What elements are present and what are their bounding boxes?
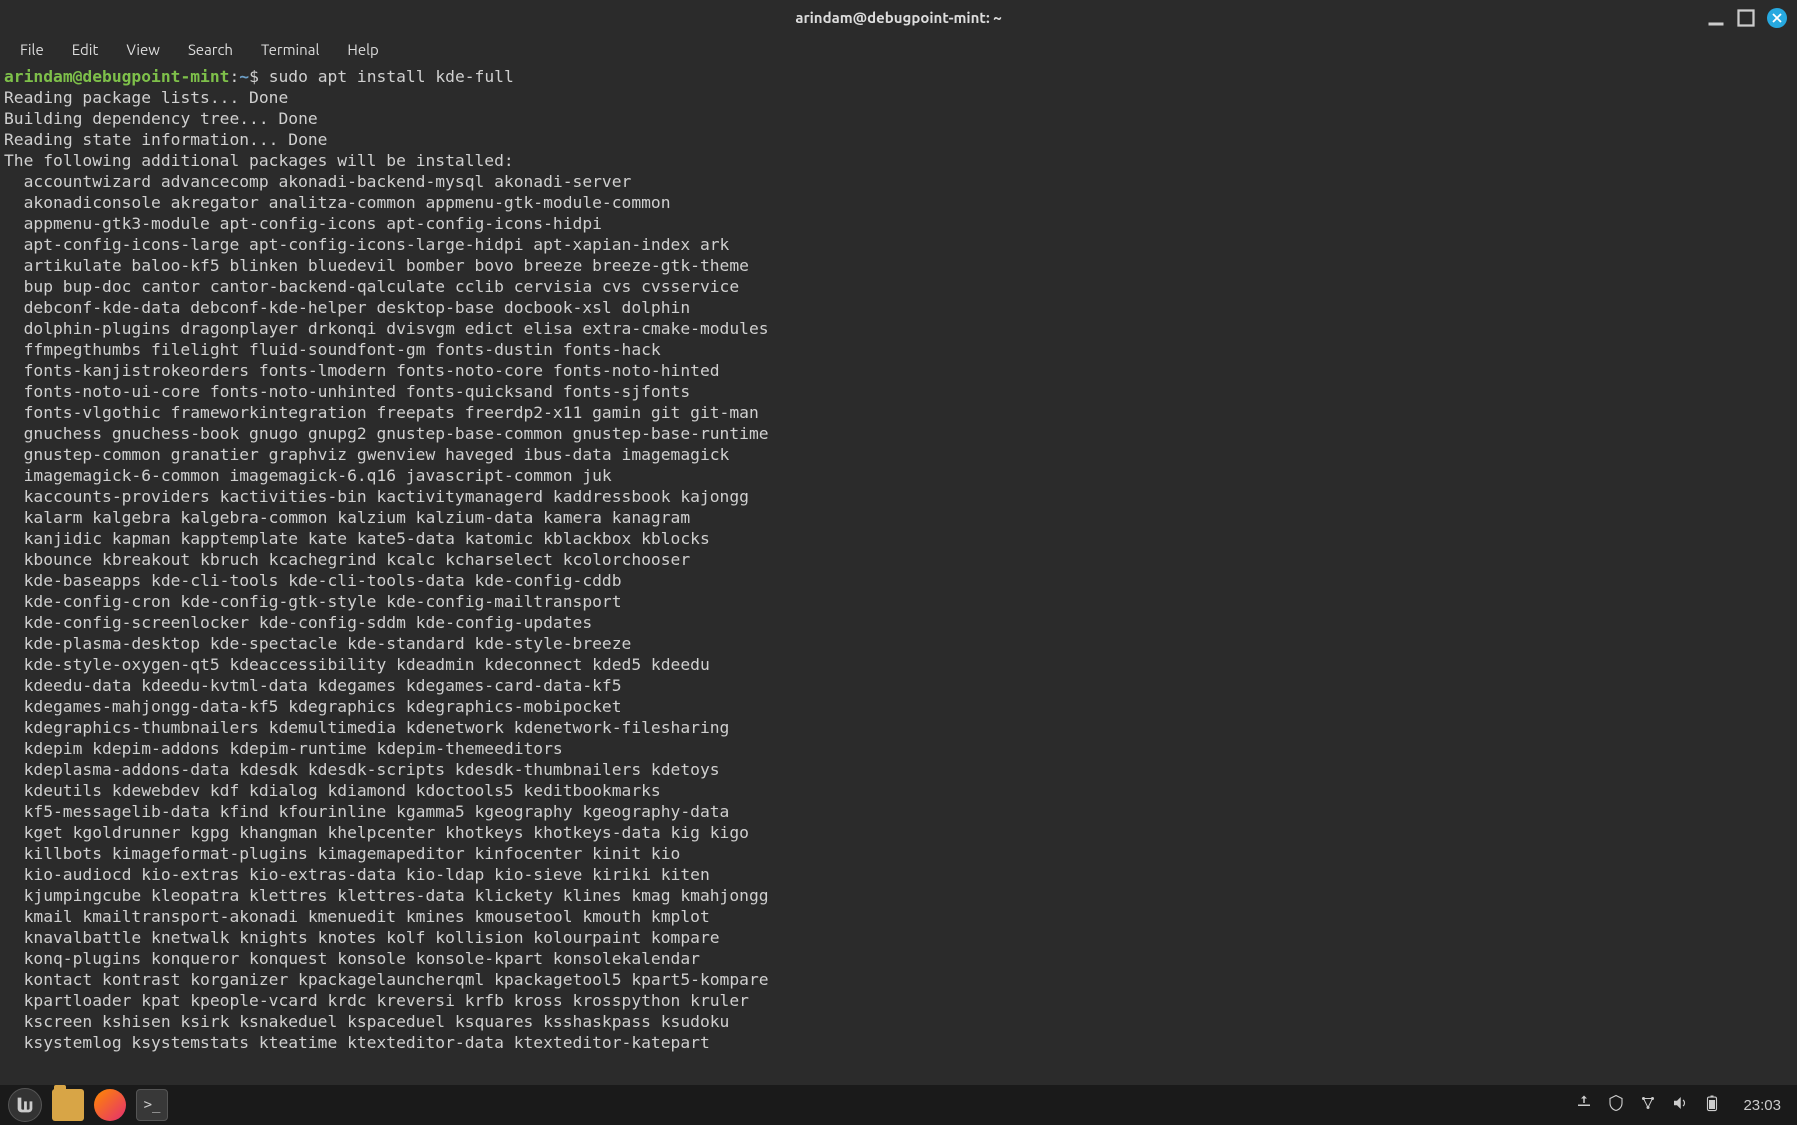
package-line: appmenu-gtk3-module apt-config-icons apt… [4,213,1793,234]
prompt-dollar: $ [249,67,259,86]
window-title: arindam@debugpoint-mint: ~ [795,9,1001,26]
package-line: knavalbattle knetwalk knights knotes kol… [4,927,1793,948]
prompt-separator: : [229,67,239,86]
package-line: kpartloader kpat kpeople-vcard krdc krev… [4,990,1793,1011]
package-line: artikulate baloo-kf5 blinken bluedevil b… [4,255,1793,276]
terminal-taskbar-icon[interactable]: >_ [136,1089,168,1121]
package-line: fonts-vlgothic frameworkintegration free… [4,402,1793,423]
package-line: ksystemlog ksystemstats kteatime ktexted… [4,1032,1793,1053]
maximize-button[interactable] [1737,9,1755,27]
package-line: accountwizard advancecomp akonadi-backen… [4,171,1793,192]
taskbar-tray: 23:03 [1575,1094,1789,1116]
package-line: kde-baseapps kde-cli-tools kde-cli-tools… [4,570,1793,591]
menubar: File Edit View Search Terminal Help [0,34,1797,64]
package-line: kbounce kbreakout kbruch kcachegrind kca… [4,549,1793,570]
package-line: konq-plugins konqueror konquest konsole … [4,948,1793,969]
package-line: kde-config-screenlocker kde-config-sddm … [4,612,1793,633]
package-line: kget kgoldrunner kgpg khangman khelpcent… [4,822,1793,843]
package-line: bup bup-doc cantor cantor-backend-qalcul… [4,276,1793,297]
package-line: kdegraphics-thumbnailers kdemultimedia k… [4,717,1793,738]
window-controls [1707,8,1787,28]
firefox-icon[interactable] [94,1089,126,1121]
terminal-output[interactable]: arindam@debugpoint-mint:~$ sudo apt inst… [0,64,1797,1055]
window-titlebar: arindam@debugpoint-mint: ~ [0,0,1797,34]
output-line: Building dependency tree... Done [4,109,318,128]
package-line: gnuchess gnuchess-book gnugo gnupg2 gnus… [4,423,1793,444]
mint-menu-button[interactable] [8,1088,42,1122]
close-button[interactable] [1767,8,1787,28]
package-line: kdepim kdepim-addons kdepim-runtime kdep… [4,738,1793,759]
battery-icon[interactable] [1703,1094,1721,1116]
package-line: dolphin-plugins dragonplayer drkonqi dvi… [4,318,1793,339]
menu-view[interactable]: View [112,37,174,62]
output-line: Reading state information... Done [4,130,327,149]
taskbar: >_ 23:03 [0,1085,1797,1125]
package-line: kdeedu-data kdeedu-kvtml-data kdegames k… [4,675,1793,696]
minimize-button[interactable] [1707,9,1725,27]
package-line: killbots kimageformat-plugins kimagemape… [4,843,1793,864]
menu-terminal[interactable]: Terminal [247,37,333,62]
package-line: kalarm kalgebra kalgebra-common kalzium … [4,507,1793,528]
package-line: gnustep-common granatier graphviz gwenvi… [4,444,1793,465]
package-line: fonts-kanjistrokeorders fonts-lmodern fo… [4,360,1793,381]
package-line: kdeplasma-addons-data kdesdk kdesdk-scri… [4,759,1793,780]
prompt-path: ~ [239,67,249,86]
volume-icon[interactable] [1671,1094,1689,1116]
update-icon[interactable] [1575,1094,1593,1116]
taskbar-left: >_ [8,1088,168,1122]
shield-icon[interactable] [1607,1094,1625,1116]
package-line: akonadiconsole akregator analitza-common… [4,192,1793,213]
package-line: kontact kontrast korganizer kpackagelaun… [4,969,1793,990]
package-line: kaccounts-providers kactivities-bin kact… [4,486,1793,507]
package-line: kanjidic kapman kapptemplate kate kate5-… [4,528,1793,549]
package-line: kde-plasma-desktop kde-spectacle kde-sta… [4,633,1793,654]
menu-search[interactable]: Search [174,37,247,62]
package-line: kio-audiocd kio-extras kio-extras-data k… [4,864,1793,885]
output-line: Reading package lists... Done [4,88,288,107]
package-line: kdegames-mahjongg-data-kf5 kdegraphics k… [4,696,1793,717]
prompt-user-host: arindam@debugpoint-mint [4,67,229,86]
output-line: The following additional packages will b… [4,151,514,170]
package-line: debconf-kde-data debconf-kde-helper desk… [4,297,1793,318]
package-line: kmail kmailtransport-akonadi kmenuedit k… [4,906,1793,927]
package-line: imagemagick-6-common imagemagick-6.q16 j… [4,465,1793,486]
menu-help[interactable]: Help [333,37,392,62]
package-line: apt-config-icons-large apt-config-icons-… [4,234,1793,255]
package-line: kde-style-oxygen-qt5 kdeaccessibility kd… [4,654,1793,675]
files-icon[interactable] [52,1089,84,1121]
package-line: kdeutils kdewebdev kdf kdialog kdiamond … [4,780,1793,801]
network-icon[interactable] [1639,1094,1657,1116]
menu-file[interactable]: File [6,37,58,62]
menu-edit[interactable]: Edit [58,37,113,62]
package-line: kjumpingcube kleopatra klettres klettres… [4,885,1793,906]
package-line: kscreen kshisen ksirk ksnakeduel kspaced… [4,1011,1793,1032]
clock[interactable]: 23:03 [1743,1097,1781,1114]
prompt-command: sudo apt install kde-full [269,67,514,86]
package-line: kf5-messagelib-data kfind kfourinline kg… [4,801,1793,822]
package-line: ffmpegthumbs filelight fluid-soundfont-g… [4,339,1793,360]
package-line: fonts-noto-ui-core fonts-noto-unhinted f… [4,381,1793,402]
package-line: kde-config-cron kde-config-gtk-style kde… [4,591,1793,612]
